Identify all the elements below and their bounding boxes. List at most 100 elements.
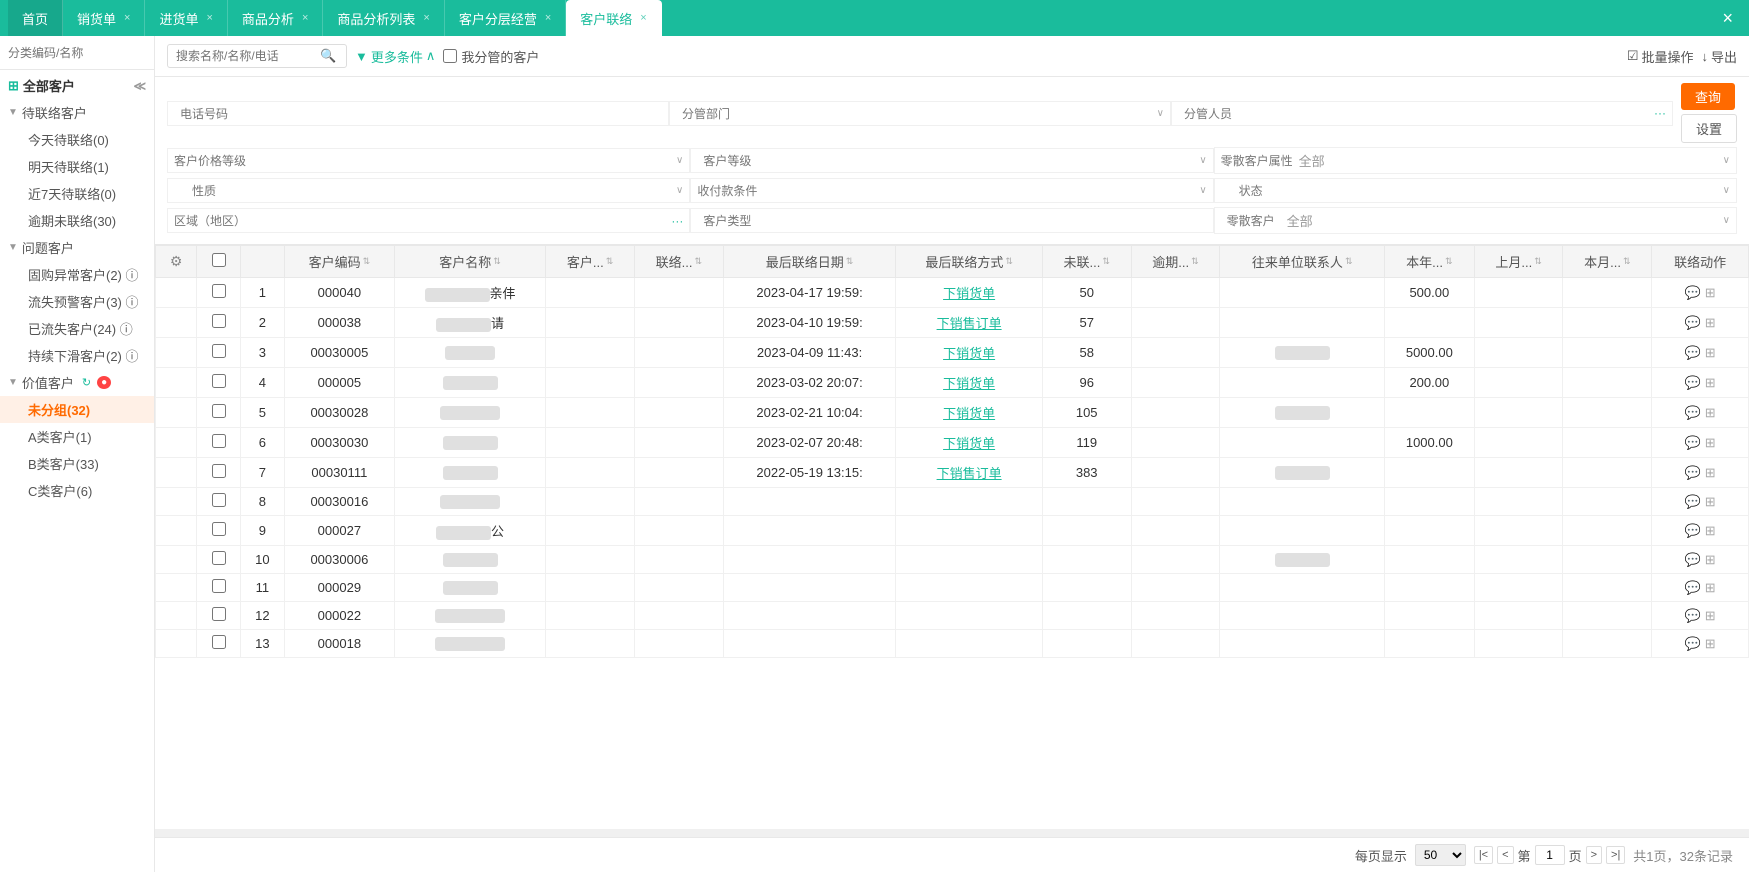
chat-icon[interactable]: 💬 xyxy=(1685,435,1701,451)
sidebar-item-7days-pending[interactable]: 近7天待联络(0) xyxy=(0,180,154,207)
sidebar-item-class-c[interactable]: C类客户(6) xyxy=(0,477,154,504)
tab-purchase[interactable]: 进货单 × xyxy=(145,0,227,36)
grid-action-icon[interactable]: ⊞ xyxy=(1705,580,1716,596)
pending-contact-header[interactable]: ▼ 待联络客户 xyxy=(0,99,154,126)
last-contact-type-link[interactable]: 下销货单 xyxy=(943,346,995,361)
all-customers-header[interactable]: ⊞ 全部客户 ≪ xyxy=(0,70,154,99)
tab-customer-contact[interactable]: 客户联络 × xyxy=(566,0,661,36)
sidebar-item-tomorrow-pending[interactable]: 明天待联络(1) xyxy=(0,153,154,180)
close-sales-icon[interactable]: × xyxy=(124,12,130,24)
sidebar-item-class-a[interactable]: A类客户(1) xyxy=(0,423,154,450)
chat-icon[interactable]: 💬 xyxy=(1685,552,1701,568)
export-button[interactable]: ↓ 导出 xyxy=(1701,47,1737,66)
close-goods-list-icon[interactable]: × xyxy=(423,12,429,24)
tab-goods-analysis[interactable]: 商品分析 × xyxy=(228,0,323,36)
row-checkbox[interactable] xyxy=(212,404,226,418)
close-customer-tier-icon[interactable]: × xyxy=(545,12,551,24)
cell-check[interactable] xyxy=(197,602,240,630)
sidebar-item-ungrouped[interactable]: 未分组(32) xyxy=(0,396,154,423)
phone-input[interactable] xyxy=(240,106,662,120)
cell-check[interactable] xyxy=(197,398,240,428)
first-page-button[interactable]: |< xyxy=(1474,846,1493,864)
row-checkbox[interactable] xyxy=(212,314,226,328)
horizontal-scrollbar[interactable] xyxy=(155,829,1749,837)
reset-button[interactable]: 设置 xyxy=(1681,114,1737,143)
cell-check[interactable] xyxy=(197,368,240,398)
grid-action-icon[interactable]: ⊞ xyxy=(1705,405,1716,421)
row-checkbox[interactable] xyxy=(212,434,226,448)
grid-action-icon[interactable]: ⊞ xyxy=(1705,345,1716,361)
status-select[interactable]: ∨ xyxy=(1287,185,1730,196)
col-customer-type[interactable]: 客户... ⇅ xyxy=(546,246,635,278)
more-filter-button[interactable]: ▼ 更多条件 ∧ xyxy=(355,47,435,66)
batch-op-button[interactable]: ☑ 批量操作 xyxy=(1627,47,1694,66)
cell-check[interactable] xyxy=(197,488,240,516)
my-customer-checkbox-wrapper[interactable]: 我分管的客户 xyxy=(443,47,539,66)
chat-icon[interactable]: 💬 xyxy=(1685,494,1701,510)
tab-customer-tier[interactable]: 客户分层经营 × xyxy=(445,0,566,36)
close-purchase-icon[interactable]: × xyxy=(206,12,212,24)
manager-input[interactable] xyxy=(1244,106,1648,120)
col-this-month[interactable]: 本月... ⇅ xyxy=(1563,246,1652,278)
grid-action-icon[interactable]: ⊞ xyxy=(1705,636,1716,652)
sidebar-item-declining[interactable]: 持续下滑客户(2) ⓘ xyxy=(0,342,154,369)
tab-home[interactable]: 首页 xyxy=(8,0,63,36)
payment-select[interactable]: ∨ xyxy=(763,185,1206,196)
row-checkbox[interactable] xyxy=(212,522,226,536)
tab-sales[interactable]: 销货单 × xyxy=(63,0,145,36)
grid-action-icon[interactable]: ⊞ xyxy=(1705,465,1716,481)
row-checkbox[interactable] xyxy=(212,464,226,478)
page-input[interactable] xyxy=(1535,845,1565,865)
col-last-month[interactable]: 上月... ⇅ xyxy=(1474,246,1563,278)
problem-customers-header[interactable]: ▼ 问题客户 xyxy=(0,234,154,261)
sidebar-item-overdue-pending[interactable]: 逾期未联络(30) xyxy=(0,207,154,234)
chat-icon[interactable]: 💬 xyxy=(1685,405,1701,421)
search-input[interactable] xyxy=(176,49,316,63)
region-more-icon[interactable]: ··· xyxy=(671,214,683,228)
col-checkbox[interactable] xyxy=(197,246,240,278)
grid-action-icon[interactable]: ⊞ xyxy=(1705,552,1716,568)
col-unit-contact[interactable]: 往来单位联系人 ⇅ xyxy=(1220,246,1385,278)
collapse-sidebar-icon[interactable]: ≪ xyxy=(133,79,146,93)
last-contact-type-link[interactable]: 下销货单 xyxy=(943,436,995,451)
cell-check[interactable] xyxy=(197,630,240,658)
cell-check[interactable] xyxy=(197,278,240,308)
sidebar-item-loss-warning[interactable]: 流失预警客户(3) ⓘ xyxy=(0,288,154,315)
query-button[interactable]: 查询 xyxy=(1681,83,1735,110)
value-customers-header[interactable]: ▼ 价值客户 ↻ ● xyxy=(0,369,154,396)
chat-icon[interactable]: 💬 xyxy=(1685,465,1701,481)
close-customer-contact-icon[interactable]: × xyxy=(640,12,646,24)
select-all-checkbox[interactable] xyxy=(212,253,226,267)
cell-check[interactable] xyxy=(197,516,240,546)
manager-more-icon[interactable]: ··· xyxy=(1654,106,1666,120)
cell-check[interactable] xyxy=(197,574,240,602)
cell-check[interactable] xyxy=(197,458,240,488)
chat-icon[interactable]: 💬 xyxy=(1685,523,1701,539)
close-all-button[interactable]: × xyxy=(1714,8,1741,29)
col-last-type[interactable]: 最后联络方式 ⇅ xyxy=(896,246,1042,278)
col-last-date[interactable]: 最后联络日期 ⇅ xyxy=(723,246,896,278)
cell-check[interactable] xyxy=(197,338,240,368)
customer-type-input[interactable] xyxy=(763,214,1206,228)
chat-icon[interactable]: 💬 xyxy=(1685,375,1701,391)
grid-action-icon[interactable]: ⊞ xyxy=(1705,285,1716,301)
col-uncontacted[interactable]: 未联... ⇅ xyxy=(1042,246,1131,278)
last-contact-type-link[interactable]: 下销售订单 xyxy=(937,466,1002,481)
region-input[interactable] xyxy=(252,214,665,228)
row-checkbox[interactable] xyxy=(212,635,226,649)
grid-action-icon[interactable]: ⊞ xyxy=(1705,435,1716,451)
last-contact-type-link[interactable]: 下销售订单 xyxy=(937,316,1002,331)
grid-action-icon[interactable]: ⊞ xyxy=(1705,608,1716,624)
chat-icon[interactable]: 💬 xyxy=(1685,315,1701,331)
chat-icon[interactable]: 💬 xyxy=(1685,345,1701,361)
search-box-icon[interactable]: 🔍 xyxy=(320,48,336,64)
grid-action-icon[interactable]: ⊞ xyxy=(1705,523,1716,539)
sidebar-item-abnormal-purchase[interactable]: 固购异常客户(2) ⓘ xyxy=(0,261,154,288)
row-checkbox[interactable] xyxy=(212,551,226,565)
grid-action-icon[interactable]: ⊞ xyxy=(1705,315,1716,331)
tab-goods-list[interactable]: 商品分析列表 × xyxy=(323,0,444,36)
row-checkbox[interactable] xyxy=(212,493,226,507)
last-contact-type-link[interactable]: 下销货单 xyxy=(943,406,995,421)
cell-check[interactable] xyxy=(197,428,240,458)
refresh-icon[interactable]: ↻ xyxy=(82,376,91,389)
